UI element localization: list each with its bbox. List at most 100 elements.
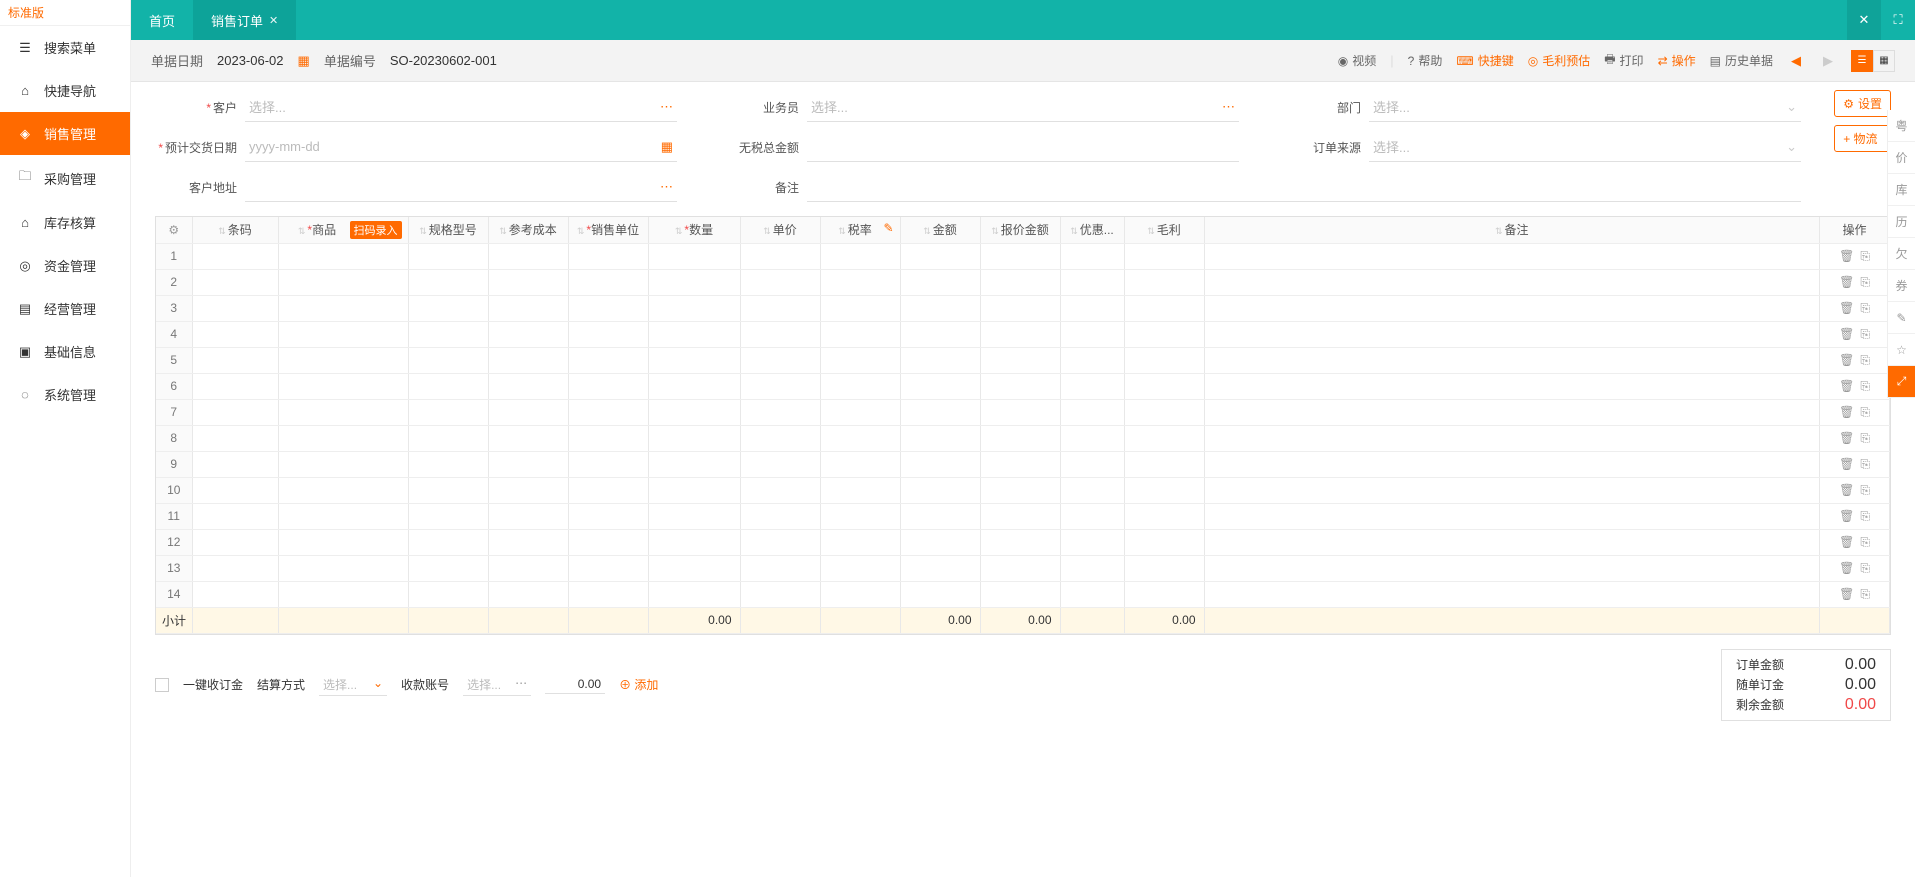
col-header-11[interactable]: ⇅优惠...: [1060, 217, 1124, 243]
sidebar-item-3[interactable]: 🗀采购管理: [0, 155, 130, 201]
sort-icon[interactable]: ⇅: [218, 226, 226, 236]
cell[interactable]: [740, 451, 820, 477]
cell[interactable]: [820, 295, 900, 321]
cell[interactable]: [1124, 347, 1204, 373]
cell[interactable]: [1204, 321, 1820, 347]
link-operate[interactable]: ⇄ 操作: [1658, 52, 1696, 69]
sort-icon[interactable]: ⇅: [577, 226, 585, 236]
cell[interactable]: [488, 451, 568, 477]
tab-0[interactable]: 首页: [131, 0, 193, 40]
cell[interactable]: [192, 347, 278, 373]
cell[interactable]: [980, 529, 1060, 555]
cell[interactable]: [488, 425, 568, 451]
cell[interactable]: [740, 347, 820, 373]
cell[interactable]: [900, 555, 980, 581]
table-row[interactable]: 7🗑⎘: [156, 399, 1890, 425]
sidebar-item-8[interactable]: ◌系统管理: [0, 373, 130, 416]
cust-addr-input[interactable]: ⋯: [245, 172, 677, 202]
cell[interactable]: [900, 529, 980, 555]
cell[interactable]: [568, 581, 648, 607]
cell[interactable]: [900, 269, 980, 295]
view-mode-form[interactable]: ☰: [1851, 50, 1873, 72]
cell[interactable]: [488, 581, 568, 607]
col-header-10[interactable]: ⇅报价金额: [980, 217, 1060, 243]
cell[interactable]: [1060, 503, 1124, 529]
cell[interactable]: [648, 581, 740, 607]
sort-icon[interactable]: ⇅: [763, 226, 771, 236]
cell[interactable]: [980, 503, 1060, 529]
cell[interactable]: [900, 477, 980, 503]
sort-icon[interactable]: ⇅: [1495, 226, 1503, 236]
gear-icon[interactable]: ⚙: [168, 223, 179, 237]
cell[interactable]: [568, 269, 648, 295]
cell[interactable]: [820, 581, 900, 607]
cell[interactable]: [408, 321, 488, 347]
view-mode-list[interactable]: ▦: [1873, 50, 1895, 72]
delete-icon[interactable]: 🗑: [1839, 301, 1854, 315]
dock-item-8[interactable]: ⤢: [1888, 366, 1915, 398]
cell[interactable]: [278, 477, 408, 503]
add-settlement[interactable]: ⊕ 添加: [619, 676, 658, 693]
cell[interactable]: [278, 425, 408, 451]
cell[interactable]: [488, 477, 568, 503]
cell[interactable]: [568, 243, 648, 269]
table-row[interactable]: 3🗑⎘: [156, 295, 1890, 321]
col-header-2[interactable]: ⇅*商品扫码录入: [278, 217, 408, 243]
table-row[interactable]: 1🗑⎘: [156, 243, 1890, 269]
sort-icon[interactable]: ⇅: [838, 226, 846, 236]
cell[interactable]: [820, 243, 900, 269]
cell[interactable]: [278, 243, 408, 269]
sort-icon[interactable]: ⇅: [923, 226, 931, 236]
cell[interactable]: [648, 347, 740, 373]
deliver-date-input[interactable]: yyyy-mm-dd▦: [245, 132, 677, 162]
cell[interactable]: [980, 321, 1060, 347]
cell[interactable]: [408, 269, 488, 295]
cell[interactable]: [568, 321, 648, 347]
sidebar-item-7[interactable]: ▣基础信息: [0, 330, 130, 373]
cell[interactable]: [278, 529, 408, 555]
cell[interactable]: [408, 581, 488, 607]
cell[interactable]: [568, 347, 648, 373]
cell[interactable]: [1124, 425, 1204, 451]
cell[interactable]: [568, 555, 648, 581]
cell[interactable]: [192, 425, 278, 451]
cell[interactable]: [740, 425, 820, 451]
col-header-13[interactable]: ⇅备注: [1204, 217, 1820, 243]
cell[interactable]: [1124, 477, 1204, 503]
cell[interactable]: [1124, 373, 1204, 399]
cell[interactable]: [1060, 243, 1124, 269]
table-row[interactable]: 6🗑⎘: [156, 373, 1890, 399]
cell[interactable]: [488, 503, 568, 529]
cell[interactable]: [740, 529, 820, 555]
cell[interactable]: [1204, 243, 1820, 269]
cell[interactable]: [278, 451, 408, 477]
cell[interactable]: [980, 295, 1060, 321]
dock-item-5[interactable]: 券: [1888, 270, 1915, 302]
dock-item-2[interactable]: 库: [1888, 174, 1915, 206]
cell[interactable]: [408, 399, 488, 425]
cell[interactable]: [1124, 503, 1204, 529]
cell[interactable]: [192, 399, 278, 425]
cell[interactable]: [980, 425, 1060, 451]
cell[interactable]: [820, 477, 900, 503]
cell[interactable]: [568, 373, 648, 399]
cell[interactable]: [408, 425, 488, 451]
cell[interactable]: [1204, 581, 1820, 607]
chevron-down-icon[interactable]: ⌄: [373, 676, 383, 690]
copy-icon[interactable]: ⎘: [1860, 379, 1870, 393]
cell[interactable]: [1124, 243, 1204, 269]
delete-icon[interactable]: 🗑: [1839, 561, 1854, 575]
order-source-input[interactable]: 选择...⌄: [1369, 132, 1801, 162]
col-header-4[interactable]: ⇅参考成本: [488, 217, 568, 243]
cell[interactable]: [1204, 373, 1820, 399]
cell[interactable]: [488, 373, 568, 399]
copy-icon[interactable]: ⎘: [1860, 431, 1870, 445]
delete-icon[interactable]: 🗑: [1839, 327, 1854, 341]
cell[interactable]: [740, 269, 820, 295]
sidebar-item-0[interactable]: ☰搜索菜单: [0, 26, 130, 69]
col-header-0[interactable]: ⚙: [156, 217, 192, 243]
copy-icon[interactable]: ⎘: [1860, 327, 1870, 341]
link-profit[interactable]: ◎ 毛利预估: [1528, 52, 1591, 69]
edit-icon[interactable]: ✎: [883, 221, 893, 235]
cell[interactable]: [740, 503, 820, 529]
